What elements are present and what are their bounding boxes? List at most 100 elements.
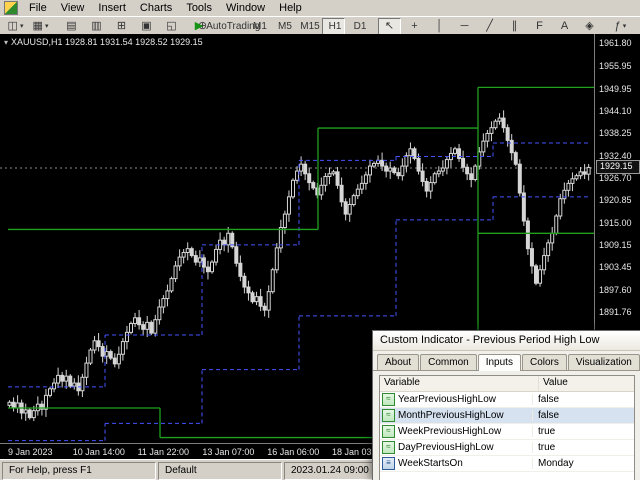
new-chart-icon: ◫ — [7, 19, 18, 32]
input-variable-name: DayPreviousHighLow — [398, 442, 494, 453]
toolbar-arrow-objects-button[interactable]: ◈ — [578, 18, 601, 35]
tf-h1-label: H1 — [328, 20, 342, 32]
strategy-tester-icon: ◱ — [166, 19, 177, 32]
symbol-ohlc-text: XAUUSD,H1 1928.81 1931.54 1928.52 1929.1… — [11, 37, 203, 47]
app-icon — [4, 1, 18, 15]
status-help: For Help, press F1 — [2, 461, 156, 480]
toolbar-vertical-line-button[interactable]: │ — [428, 18, 451, 35]
tab-about[interactable]: About — [377, 354, 420, 370]
input-variable-name: MonthPreviousHighLow — [398, 410, 504, 421]
navigator-icon: ⊞ — [116, 19, 127, 32]
time-axis-label: 13 Jan 07:00 — [202, 447, 255, 457]
toolbar-crosshair-button[interactable]: + — [403, 18, 426, 35]
toolbar-tf-h1-button[interactable]: H1 — [322, 17, 345, 35]
tab-colors[interactable]: Colors — [521, 354, 567, 370]
dialog-tabs: About Common Inputs Colors Visualization — [373, 351, 640, 371]
cursor-icon: ↖ — [384, 19, 395, 32]
toolbar-new-chart-button[interactable]: ◫ ▾ — [4, 18, 27, 35]
input-value[interactable]: true — [532, 442, 634, 453]
fibonacci-icon: F — [536, 19, 543, 32]
input-row-YearPreviousHighLow[interactable]: ≈ YearPreviousHighLow false — [380, 392, 634, 408]
menu-file[interactable]: File — [22, 1, 54, 15]
input-variable-name: YearPreviousHighLow — [398, 394, 497, 405]
tf-m15-label: M15 — [300, 20, 320, 32]
tab-inputs[interactable]: Inputs — [477, 354, 521, 371]
input-type-icon: ≈ — [382, 393, 395, 406]
menu-tools[interactable]: Tools — [179, 1, 219, 15]
toolbar-horizontal-line-button[interactable]: ─ — [453, 18, 476, 35]
dialog-title[interactable]: Custom Indicator - Previous Period High … — [373, 331, 640, 351]
input-type-icon: ≈ — [382, 409, 395, 422]
menu-help[interactable]: Help — [272, 1, 309, 15]
price-axis-label: 1909.15 — [599, 240, 632, 251]
toolbar-fibonacci-button[interactable]: F — [528, 18, 551, 35]
vertical-line-icon: │ — [436, 19, 443, 32]
price-axis-label: 1897.60 — [599, 284, 632, 295]
price-axis-label: 1932.40 — [599, 150, 632, 161]
market-watch-icon: ▤ — [66, 19, 77, 32]
toolbar-equidistant-channel-button[interactable]: ∥ — [503, 18, 526, 35]
toolbar-cursor-button[interactable]: ↖ — [378, 17, 401, 35]
text-icon: A — [560, 19, 569, 32]
metatrader-window: File View Insert Charts Tools Window Help ◫ ▾ ▦ ▾… — [0, 0, 640, 480]
input-row-WeekPreviousHighLow[interactable]: ≈ WeekPreviousHighLow true — [380, 424, 634, 440]
input-value[interactable]: false — [532, 394, 634, 405]
toolbar-tf-m1-button[interactable]: M1 — [247, 18, 270, 35]
toolbar-text-button[interactable]: A — [553, 18, 576, 35]
input-value[interactable]: false — [532, 410, 634, 421]
toolbar-data-window-button[interactable]: ▥ — [85, 18, 108, 35]
chevron-down-icon: ▾ — [622, 23, 627, 30]
tab-visualization[interactable]: Visualization — [567, 354, 640, 370]
input-value[interactable]: Monday — [532, 458, 634, 469]
menu-insert[interactable]: Insert — [91, 1, 133, 15]
menu-view[interactable]: View — [54, 1, 92, 15]
time-axis-label: 9 Jan 2023 — [8, 447, 53, 457]
toolbar-strategy-tester-button[interactable]: ◱ — [160, 18, 183, 35]
status-profile[interactable]: Default — [158, 461, 282, 480]
profiles-icon: ▦ — [32, 19, 43, 32]
toolbar-indicators-button[interactable]: ƒ ▾ — [609, 18, 632, 35]
price-axis-label: 1938.25 — [599, 128, 632, 139]
input-row-DayPreviousHighLow[interactable]: ≈ DayPreviousHighLow true — [380, 440, 634, 456]
price-axis-label: 1961.80 — [599, 38, 632, 49]
toolbar-trendline-button[interactable]: ╱ — [478, 18, 501, 35]
chevron-down-icon: ▾ — [19, 23, 24, 30]
price-axis-label: 1949.95 — [599, 83, 632, 94]
input-value[interactable]: true — [532, 426, 634, 437]
input-variable-name: WeekPreviousHighLow — [398, 426, 502, 437]
input-type-icon: ≈ — [382, 441, 395, 454]
tf-m5-label: M5 — [278, 20, 292, 32]
toolbar-tf-m15-button[interactable]: M15 — [297, 18, 320, 35]
toolbar-terminal-button[interactable]: ▣ — [135, 18, 158, 35]
price-axis-label: 1944.10 — [599, 106, 632, 117]
menu-charts[interactable]: Charts — [133, 1, 179, 15]
price-axis-label: 1915.00 — [599, 217, 632, 228]
price-axis-label: 1955.95 — [599, 60, 632, 71]
terminal-icon: ▣ — [141, 19, 152, 32]
one-click-trading-icon[interactable]: ▾ — [4, 38, 8, 47]
input-row-WeekStartsOn[interactable]: ≡ WeekStartsOn Monday — [380, 456, 634, 472]
input-type-icon: ≡ — [382, 457, 395, 470]
price-axis-label: 1903.45 — [599, 262, 632, 273]
input-row-MonthPreviousHighLow[interactable]: ≈ MonthPreviousHighLow false — [380, 408, 634, 424]
crosshair-icon: + — [411, 19, 418, 32]
data-window-icon: ▥ — [91, 19, 102, 32]
toolbar-tf-d1-button[interactable]: D1 — [347, 18, 370, 35]
horizontal-line-icon: ─ — [460, 19, 469, 32]
indicators-icon: ƒ — [614, 19, 621, 32]
toolbar-zoom-in-button[interactable]: ⊕ — [634, 18, 640, 35]
table-header: Variable Value — [380, 376, 634, 392]
price-axis-label: 1891.76 — [599, 307, 632, 318]
toolbar-navigator-button[interactable]: ⊞ — [110, 18, 133, 35]
toolbar-market-watch-button[interactable]: ▤ — [60, 18, 83, 35]
toolbar-tf-m5-button[interactable]: M5 — [272, 18, 295, 35]
tab-common[interactable]: Common — [420, 354, 477, 370]
time-axis-label: 16 Jan 06:00 — [267, 447, 320, 457]
toolbar-profiles-button[interactable]: ▦ ▾ — [29, 18, 52, 35]
toolbar-autotrading-button[interactable]: ▶ AutoTrading — [195, 18, 261, 35]
indicator-dialog: Custom Indicator - Previous Period High … — [372, 330, 640, 480]
inputs-table: Variable Value ≈ YearPreviousHighLow false… — [379, 375, 635, 480]
price-axis-label: 1926.70 — [599, 172, 632, 183]
menu-bar: File View Insert Charts Tools Window Help — [0, 0, 640, 16]
menu-window[interactable]: Window — [219, 1, 272, 15]
